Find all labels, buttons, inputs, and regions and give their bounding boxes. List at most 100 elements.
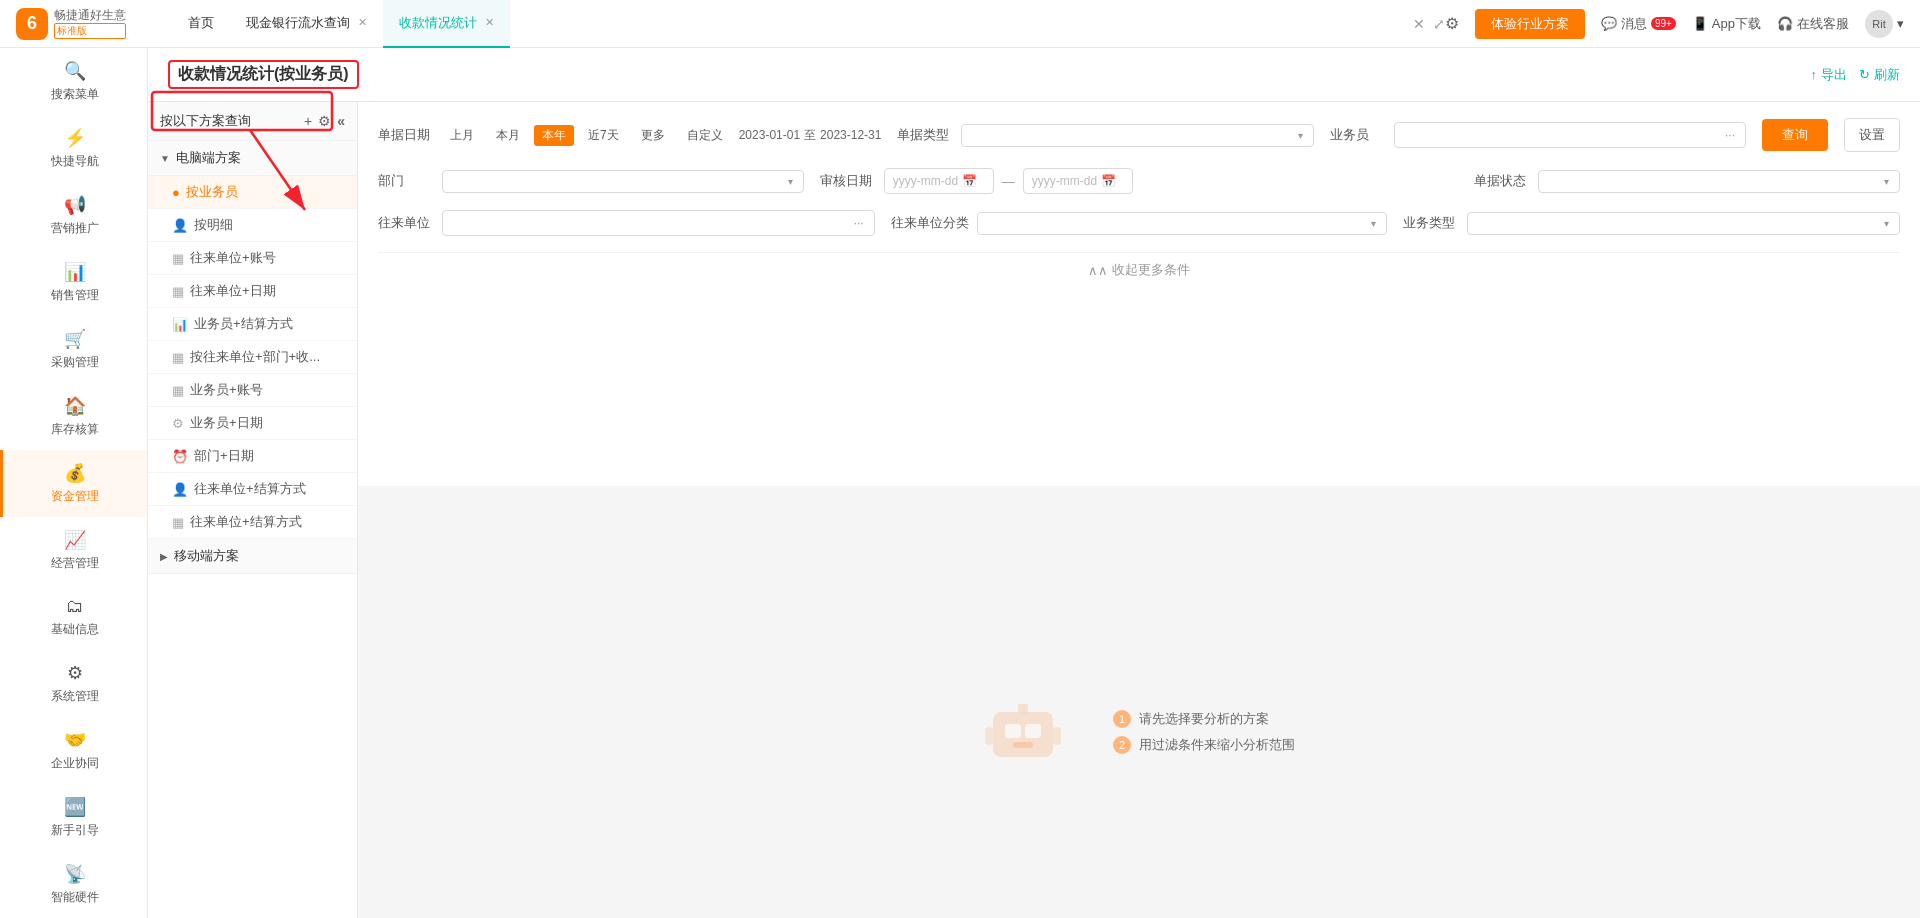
tip-num-1: 1 (1113, 710, 1131, 728)
empty-tip-text-1: 请先选择要分析的方案 (1139, 710, 1269, 728)
filter-dept-item: 部门 ▾ (378, 170, 804, 193)
scheme-collapse-btn[interactable]: « (337, 113, 345, 129)
date-tab-more[interactable]: 更多 (633, 125, 673, 146)
sidebar-item-quicknav[interactable]: ⚡ 快捷导航 (0, 115, 147, 182)
sidebar-item-operation[interactable]: 📈 经营管理 (0, 517, 147, 584)
counterpart-select[interactable]: ··· (442, 210, 875, 236)
review-date-start[interactable]: yyyy-mm-dd 📅 (884, 168, 994, 194)
dept-arrow: ▾ (788, 176, 793, 187)
scheme-group-mobile-header[interactable]: ▶ 移动端方案 (148, 539, 357, 574)
date-tab-last-month[interactable]: 上月 (442, 125, 482, 146)
scheme-title: 按以下方案查询 (160, 112, 251, 130)
date-range-display: 2023-01-01 至 2023-12-31 (739, 127, 882, 144)
messages-item[interactable]: 💬 消息 99+ (1601, 15, 1676, 33)
page-title: 收款情况统计(按业务员) (168, 60, 359, 89)
scheme-item-unit-settlement2[interactable]: ▦ 往来单位+结算方式 (148, 506, 357, 539)
sidebar-item-enterprise[interactable]: 🤝 企业协同 (0, 717, 147, 784)
tab-bank[interactable]: 现金银行流水查询 ✕ (230, 0, 383, 48)
scheme-group-desktop-header[interactable]: ▼ 电脑端方案 (148, 141, 357, 176)
window-maximize-btn[interactable]: ⤢ (1433, 16, 1445, 32)
scheme-item-by-salesperson[interactable]: ● 按业务员 (148, 176, 357, 209)
export-btn[interactable]: ↑ 导出 (1811, 66, 1848, 84)
window-close-btn[interactable]: ✕ (1413, 16, 1425, 32)
trial-button[interactable]: 体验行业方案 (1475, 9, 1585, 39)
scheme-item-by-detail[interactable]: 👤 按明细 (148, 209, 357, 242)
sidebar-item-purchase[interactable]: 🛒 采购管理 (0, 316, 147, 383)
scheme-item-salesperson-date[interactable]: ⚙ 业务员+日期 (148, 407, 357, 440)
page-actions: ↑ 导出 ↻ 刷新 (1811, 66, 1901, 84)
query-button[interactable]: 查询 (1762, 119, 1828, 151)
enterprise-icon: 🤝 (64, 729, 86, 751)
scheme-item-dept-date[interactable]: ⏰ 部门+日期 (148, 440, 357, 473)
scheme-settings-btn[interactable]: ⚙ (318, 113, 331, 129)
sidebar-item-search[interactable]: 🔍 搜索菜单 (0, 48, 147, 115)
tab-collection-close[interactable]: ✕ (485, 17, 494, 28)
filter-review-date-item: 审核日期 yyyy-mm-dd 📅 — yyyy-mm-dd 📅 (820, 168, 1459, 194)
sidebar-item-sales[interactable]: 📊 销售管理 (0, 249, 147, 316)
basic-icon: 🗂 (66, 596, 84, 617)
category-arrow: ▾ (1371, 218, 1376, 229)
download-icon: 📱 (1692, 16, 1708, 31)
message-icon: 💬 (1601, 16, 1617, 31)
mobile-group-arrow: ▶ (160, 551, 168, 562)
sidebar-item-guide[interactable]: 🆕 新手引导 (0, 784, 147, 851)
main-layout: 🔍 搜索菜单 ⚡ 快捷导航 📢 营销推广 📊 销售管理 🛒 采购管理 🏠 库存核… (0, 48, 1920, 918)
business-type-select[interactable]: ▾ (1467, 212, 1900, 235)
filter-settings-button[interactable]: 设置 (1844, 118, 1900, 152)
filter-row-1: 单据日期 上月 本月 本年 近7天 更多 自定义 2023-01-01 (378, 118, 1900, 152)
voucher-status-select[interactable]: ▾ (1538, 170, 1900, 193)
date-tab-custom[interactable]: 自定义 (679, 125, 731, 146)
voucher-type-select[interactable]: ▾ (961, 124, 1313, 147)
voucher-type-label: 单据类型 (897, 126, 953, 144)
empty-state: 1 请先选择要分析的方案 2 用过滤条件来缩小分析范围 (358, 486, 1920, 918)
svg-rect-3 (1013, 742, 1033, 748)
scheme-item-unit-settlement1[interactable]: 👤 往来单位+结算方式 (148, 473, 357, 506)
scheme-add-btn[interactable]: + (304, 113, 312, 129)
collapse-bar[interactable]: ∧∧ 收起更多条件 (378, 252, 1900, 287)
app-name: 畅捷通好生意 (54, 8, 126, 24)
date-tab-7days[interactable]: 近7天 (580, 125, 627, 146)
filter-results-area: 单据日期 上月 本月 本年 近7天 更多 自定义 2023-01-01 (358, 102, 1920, 918)
salesperson-account-icon: ▦ (172, 383, 184, 398)
sidebar-item-system[interactable]: ⚙ 系统管理 (0, 650, 147, 717)
review-date-end[interactable]: yyyy-mm-dd 📅 (1023, 168, 1133, 194)
counterpart-more: ··· (854, 216, 864, 230)
app-download-item[interactable]: 📱 App下载 (1692, 15, 1761, 33)
scheme-item-salesperson-account[interactable]: ▦ 业务员+账号 (148, 374, 357, 407)
unit-settlement1-icon: 👤 (172, 482, 188, 497)
empty-tip-text-2: 用过滤条件来缩小分析范围 (1139, 736, 1295, 754)
svg-rect-0 (993, 712, 1053, 757)
sidebar-item-finance[interactable]: 💰 资金管理 (0, 450, 147, 517)
tab-bank-close[interactable]: ✕ (358, 17, 367, 28)
export-icon: ↑ (1811, 67, 1818, 82)
date-tab-this-year[interactable]: 本年 (534, 125, 574, 146)
sidebar-item-inventory[interactable]: 🏠 库存核算 (0, 383, 147, 450)
scheme-header: 按以下方案查询 + ⚙ « (148, 102, 357, 141)
sidebar-item-basic[interactable]: 🗂 基础信息 (0, 584, 147, 650)
tab-collection[interactable]: 收款情况统计 ✕ (383, 0, 510, 48)
scheme-item-unit-account[interactable]: ▦ 往来单位+账号 (148, 242, 357, 275)
scheme-item-unit-date[interactable]: ▦ 往来单位+日期 (148, 275, 357, 308)
scheme-item-unit-dept[interactable]: ▦ 按往来单位+部门+收... (148, 341, 357, 374)
sidebar-item-marketing[interactable]: 📢 营销推广 (0, 182, 147, 249)
salesperson-select[interactable]: ··· (1394, 122, 1746, 148)
counterpart-category-select[interactable]: ▾ (977, 212, 1388, 235)
scheme-item-salesperson-settlement[interactable]: 📊 业务员+结算方式 (148, 308, 357, 341)
refresh-btn[interactable]: ↻ 刷新 (1859, 66, 1900, 84)
dept-select[interactable]: ▾ (442, 170, 804, 193)
filter-counterpart-category-item: 往来单位分类 ▾ (891, 212, 1388, 235)
user-avatar[interactable]: Rit ▾ (1865, 10, 1904, 38)
quicknav-icon: ⚡ (64, 127, 86, 149)
business-type-arrow: ▾ (1884, 218, 1889, 229)
filter-counterpart-item: 往来单位 ··· (378, 210, 875, 236)
app-badge: 标准版 (54, 23, 126, 39)
online-service-item[interactable]: 🎧 在线客服 (1777, 15, 1849, 33)
date-tab-this-month[interactable]: 本月 (488, 125, 528, 146)
tab-home[interactable]: 首页 (172, 0, 230, 48)
sidebar-item-hardware[interactable]: 📡 智能硬件 (0, 851, 147, 918)
unit-account-icon: ▦ (172, 251, 184, 266)
desktop-group-label: 电脑端方案 (176, 149, 241, 167)
filter-panel: 单据日期 上月 本月 本年 近7天 更多 自定义 2023-01-01 (358, 102, 1920, 486)
settings-icon[interactable]: ⚙ (1445, 14, 1459, 33)
unit-dept-icon: ▦ (172, 350, 184, 365)
